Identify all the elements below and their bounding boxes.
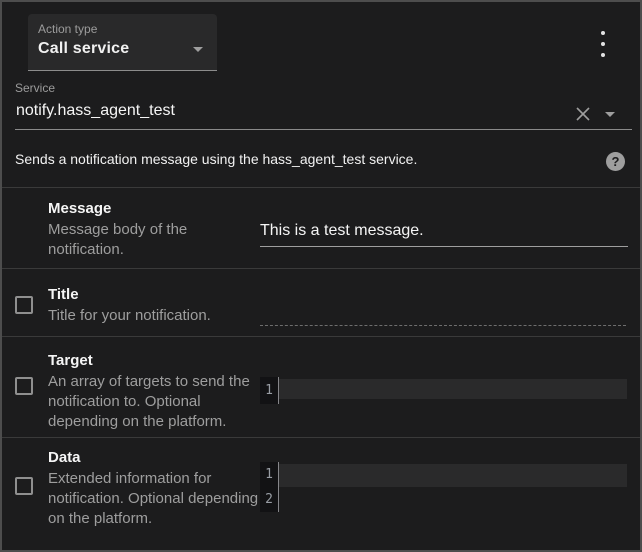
- editor-content[interactable]: [279, 377, 627, 404]
- field-description: Message body of the notification.: [48, 221, 188, 258]
- field-name: Data: [48, 449, 81, 466]
- target-checkbox[interactable]: [15, 377, 33, 395]
- kebab-dot: [601, 42, 605, 46]
- service-field-underline: [15, 129, 632, 130]
- field-row-data: Data Extended information for notificati…: [2, 437, 640, 550]
- service-field-label: Service: [15, 81, 56, 95]
- call-service-action-panel: Action type Call service Service notify.…: [0, 0, 642, 552]
- line-number: 1: [265, 383, 273, 398]
- field-description: Extended information for notification. O…: [48, 470, 259, 527]
- field-row-message: Message Message body of the notification…: [2, 187, 640, 268]
- editor-active-line: [279, 379, 627, 399]
- editor-content[interactable]: [279, 462, 627, 512]
- action-type-value: Call service: [38, 40, 130, 57]
- data-code-editor[interactable]: 1 2: [260, 462, 627, 512]
- line-number: 1: [265, 467, 273, 482]
- field-name: Target: [48, 352, 93, 369]
- kebab-dot: [601, 31, 605, 35]
- editor-gutter: 1 2: [260, 462, 279, 512]
- field-description: Title for your notification.: [48, 307, 211, 324]
- chevron-down-icon[interactable]: [605, 112, 615, 117]
- message-input[interactable]: This is a test message.: [260, 222, 628, 247]
- editor-active-line: [279, 464, 627, 487]
- title-input-disabled[interactable]: [260, 325, 626, 326]
- chevron-down-icon: [193, 47, 203, 52]
- field-name: Title: [48, 286, 79, 303]
- kebab-dot: [601, 53, 605, 57]
- field-name: Message: [48, 200, 112, 217]
- action-type-select[interactable]: Action type Call service: [28, 14, 217, 71]
- clear-icon[interactable]: [574, 105, 592, 123]
- data-checkbox[interactable]: [15, 477, 33, 495]
- service-description: Sends a notification message using the h…: [15, 151, 418, 167]
- line-number: 2: [265, 492, 273, 507]
- target-code-editor[interactable]: 1: [260, 377, 627, 404]
- help-icon[interactable]: ?: [606, 152, 625, 171]
- field-row-title: Title Title for your notification.: [2, 268, 640, 336]
- more-options-button[interactable]: [594, 31, 612, 57]
- field-row-target: Target An array of targets to send the n…: [2, 336, 640, 437]
- title-checkbox[interactable]: [15, 296, 33, 314]
- service-input[interactable]: notify.hass_agent_test: [16, 102, 175, 120]
- field-description: An array of targets to send the notifica…: [48, 373, 250, 430]
- editor-gutter: 1: [260, 377, 279, 404]
- action-type-label: Action type: [38, 22, 98, 36]
